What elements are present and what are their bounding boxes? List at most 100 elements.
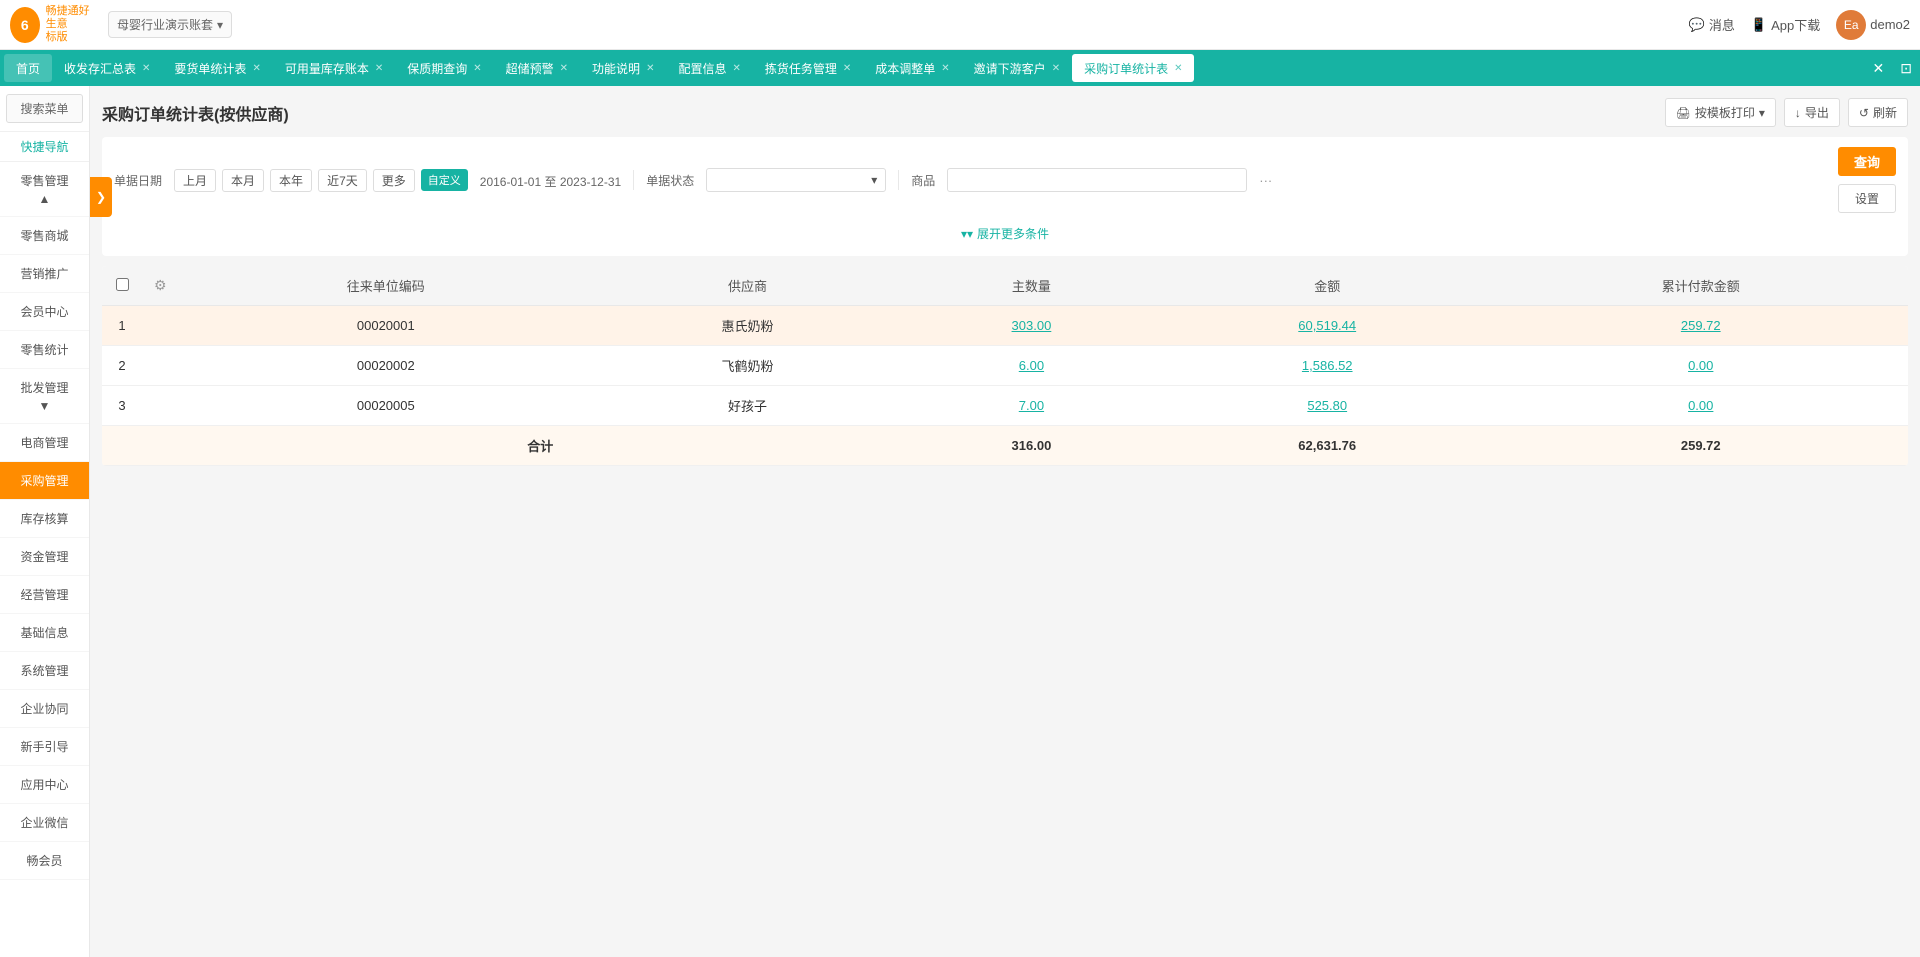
row2-main-qty-link[interactable]: 6.00 [1019,358,1044,373]
tab-inventory-ledger-close[interactable]: ✕ [375,63,383,74]
nav-close-btn[interactable]: ✕ [1869,58,1889,79]
shortcut-7days[interactable]: 近7天 [318,169,367,192]
sidebar-item-ecommerce[interactable]: 电商管理 [0,424,89,462]
tab-pick-task-close[interactable]: ✕ [843,63,851,74]
settings-button[interactable]: 设置 [1838,184,1896,213]
tab-config-info[interactable]: 配置信息 ✕ [666,54,752,82]
tab-config-info-close[interactable]: ✕ [732,63,740,74]
shortcut-this-year[interactable]: 本年 [270,169,312,192]
user-action[interactable]: Ea demo2 [1836,10,1910,40]
inventory-label: 库存核算 [20,510,68,527]
expand-icon: ▾▾ [961,227,973,241]
tab-cost-adjust[interactable]: 成本调整单 ✕ [863,54,961,82]
app-icon: 📱 [1751,17,1767,33]
filter-toggle-btn[interactable]: ❯ [90,177,112,217]
sidebar-item-new-guide[interactable]: 新手引导 [0,728,89,766]
sidebar-item-wholesale[interactable]: 批发管理 ▼ [0,369,89,424]
app-center-label: 应用中心 [20,776,68,793]
print-button[interactable]: 🖨 按模板打印 ▾ [1665,98,1776,127]
tab-purchase-stats-close[interactable]: ✕ [1174,63,1182,74]
quick-nav-button[interactable]: 快捷导航 [0,132,89,162]
sidebar-item-app-center[interactable]: 应用中心 [0,766,89,804]
tab-function-desc-close[interactable]: ✕ [646,63,654,74]
row1-amount-link[interactable]: 60,519.44 [1298,318,1356,333]
row2-supplier-code: 00020002 [179,346,593,386]
tab-goods-stats[interactable]: 要货单统计表 ✕ [162,54,272,82]
sidebar-item-retail-mall[interactable]: 零售商城 [0,217,89,255]
sidebar-item-retail-mgmt[interactable]: 零售管理 ▲ [0,162,89,217]
tab-expiry-query-close[interactable]: ✕ [473,63,481,74]
sidebar-item-vip[interactable]: 畅会员 [0,842,89,880]
sidebar-item-member[interactable]: 会员中心 [0,293,89,331]
tab-pick-task[interactable]: 拣货任务管理 ✕ [753,54,863,82]
tab-purchase-stats[interactable]: 采购订单统计表 ✕ [1072,54,1194,82]
row3-main-qty-link[interactable]: 7.00 [1019,398,1044,413]
row3-paid-link[interactable]: 0.00 [1688,398,1713,413]
tab-invite-downstream[interactable]: 邀请下游客户 ✕ [962,54,1072,82]
row1-paid-link[interactable]: 259.72 [1681,318,1721,333]
goods-input[interactable] [947,168,1247,192]
tab-expiry-query[interactable]: 保质期查询 ✕ [395,54,493,82]
sidebar-item-purchase[interactable]: 采购管理 [0,462,89,500]
sidebar-item-marketing[interactable]: 营销推广 [0,255,89,293]
sidebar-item-retail-stats[interactable]: 零售统计 [0,331,89,369]
col-amount: 金额 [1161,266,1494,306]
sidebar-item-enterprise-coop[interactable]: 企业协同 [0,690,89,728]
nav-maximize-btn[interactable]: ⊡ [1896,58,1916,79]
tab-cost-adjust-close[interactable]: ✕ [941,63,949,74]
table-settings-icon[interactable]: ⚙ [154,277,167,293]
query-button[interactable]: 查询 [1838,147,1896,176]
sidebar-item-inventory[interactable]: 库存核算 [0,500,89,538]
sidebar-item-basic[interactable]: 基础信息 [0,614,89,652]
row1-main-qty-link[interactable]: 303.00 [1012,318,1052,333]
status-select[interactable]: ▾ [706,168,886,192]
tab-function-desc-label: 功能说明 [592,60,640,77]
tab-overstock-close[interactable]: ✕ [560,63,568,74]
sidebar-item-system[interactable]: 系统管理 [0,652,89,690]
tab-inventory-ledger[interactable]: 可用量库存账本 ✕ [273,54,395,82]
shortcut-this-month[interactable]: 本月 [222,169,264,192]
tab-function-desc[interactable]: 功能说明 ✕ [580,54,666,82]
export-label: 导出 [1805,104,1829,121]
sidebar-item-enterprise-wechat[interactable]: 企业微信 [0,804,89,842]
row3-amount-link[interactable]: 525.80 [1307,398,1347,413]
tab-invite-downstream-label: 邀请下游客户 [974,60,1046,77]
tab-config-info-label: 配置信息 [678,60,726,77]
app-download-action[interactable]: 📱 App下载 [1751,15,1820,34]
tab-invite-downstream-close[interactable]: ✕ [1052,63,1060,74]
vip-label: 畅会员 [26,852,62,869]
user-label: demo2 [1870,17,1910,32]
date-filter-label: 单据日期 [114,172,162,189]
sidebar-item-finance[interactable]: 资金管理 [0,538,89,576]
footer-label: 合计 [179,426,902,466]
avatar-text: Ea [1844,18,1859,32]
sidebar-item-operation[interactable]: 经营管理 [0,576,89,614]
workspace-selector[interactable]: 母婴行业演示账套 ▾ [108,11,232,38]
page-header-actions: 🖨 按模板打印 ▾ ↓ 导出 ↺ 刷新 [1665,98,1908,127]
top-bar: 6 畅捷通好生意 标版 母婴行业演示账套 ▾ 💬 消息 📱 App下载 Ea d… [0,0,1920,50]
tab-overstock[interactable]: 超储预警 ✕ [494,54,580,82]
shortcut-last-month[interactable]: 上月 [174,169,216,192]
retail-mgmt-arrow: ▲ [39,192,51,206]
tab-goods-stats-close[interactable]: ✕ [252,63,260,74]
expand-more-btn[interactable]: ▾▾ 展开更多条件 [953,221,1057,246]
search-menu-button[interactable]: 搜索菜单 [6,94,83,123]
refresh-button[interactable]: ↺ 刷新 [1848,98,1908,127]
tab-receive-summary-close[interactable]: ✕ [142,63,150,74]
footer-empty1 [102,426,142,466]
export-button[interactable]: ↓ 导出 [1784,98,1840,127]
workspace-label: 母婴行业演示账套 [117,16,213,33]
shortcut-custom[interactable]: 自定义 [421,169,468,191]
row2-paid-link[interactable]: 0.00 [1688,358,1713,373]
message-action[interactable]: 💬 消息 [1689,15,1735,34]
select-all-checkbox[interactable] [116,278,129,291]
goods-input-more[interactable]: ··· [1259,173,1272,188]
tab-home[interactable]: 首页 [4,54,52,82]
shortcut-more[interactable]: 更多 [373,169,415,192]
row2-paid: 0.00 [1493,346,1908,386]
row2-amount-link[interactable]: 1,586.52 [1302,358,1353,373]
tab-cost-adjust-label: 成本调整单 [875,60,935,77]
tab-receive-summary[interactable]: 收发存汇总表 ✕ [52,54,162,82]
expand-label: 展开更多条件 [977,225,1049,242]
workspace-arrow: ▾ [217,18,223,32]
